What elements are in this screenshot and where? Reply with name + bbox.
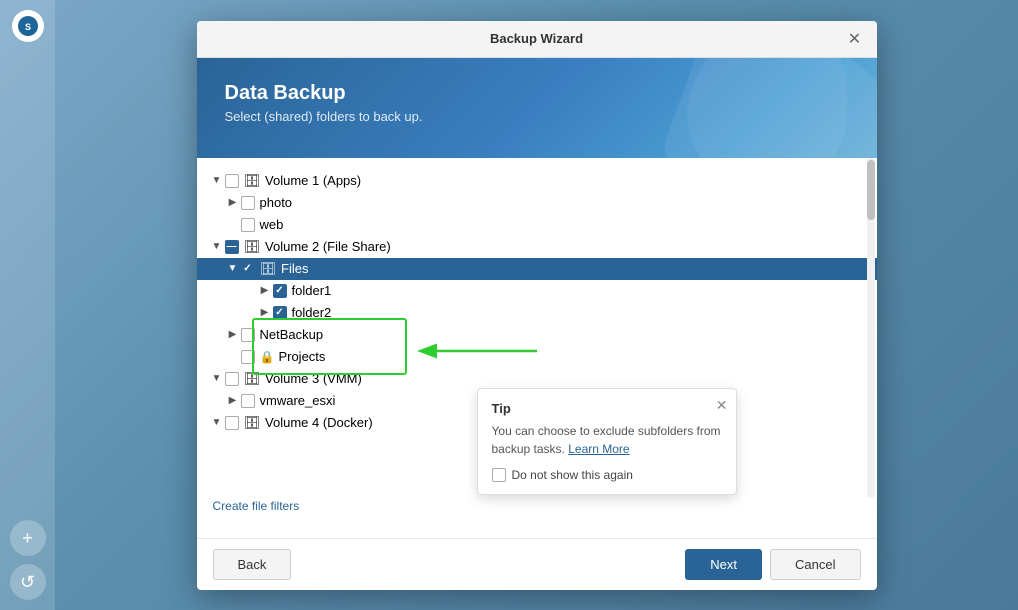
item-label: Volume 2 (File Share) bbox=[265, 239, 391, 254]
item-checkbox[interactable] bbox=[273, 284, 287, 298]
tree-item[interactable]: web bbox=[197, 214, 877, 236]
back-button[interactable]: Back bbox=[213, 549, 292, 580]
expand-icon[interactable]: ▼ bbox=[209, 415, 225, 431]
header-title: Data Backup bbox=[225, 82, 849, 105]
tip-title: Tip bbox=[492, 401, 722, 416]
header-subtitle: Select (shared) folders to back up. bbox=[225, 109, 849, 124]
item-checkbox[interactable] bbox=[241, 394, 255, 408]
add-button[interactable]: + bbox=[10, 520, 46, 556]
dialog-titlebar: Backup Wizard ✕ bbox=[197, 21, 877, 58]
expand-icon[interactable]: ▶ bbox=[257, 283, 273, 299]
tip-checkbox-row: Do not show this again bbox=[492, 468, 722, 482]
volume-icon: 🗄 bbox=[244, 371, 261, 387]
tree-item[interactable]: ▶ folder1 bbox=[197, 280, 877, 302]
close-button[interactable]: ✕ bbox=[845, 29, 865, 49]
item-checkbox[interactable] bbox=[241, 262, 255, 276]
item-label: folder1 bbox=[292, 283, 332, 298]
tip-text: You can choose to exclude subfolders fro… bbox=[492, 422, 722, 458]
item-checkbox[interactable] bbox=[225, 372, 239, 386]
expand-icon[interactable]: ▼ bbox=[209, 173, 225, 189]
tree-item[interactable]: ▶ NetBackup bbox=[197, 324, 877, 346]
footer-area: Create file filters bbox=[197, 498, 877, 521]
item-checkbox[interactable] bbox=[225, 240, 239, 254]
svg-text:S: S bbox=[24, 22, 30, 32]
item-label: Volume 1 (Apps) bbox=[265, 173, 361, 188]
app-logo: S bbox=[12, 10, 44, 42]
dialog-overlay: Backup Wizard ✕ Data Backup Select (shar… bbox=[55, 0, 1018, 610]
item-label: Files bbox=[281, 261, 308, 276]
item-label: photo bbox=[260, 195, 293, 210]
learn-more-link[interactable]: Learn More bbox=[568, 442, 629, 456]
tip-close-button[interactable]: ✕ bbox=[716, 397, 728, 414]
next-button[interactable]: Next bbox=[685, 549, 762, 580]
item-checkbox[interactable] bbox=[225, 174, 239, 188]
item-label: Volume 4 (Docker) bbox=[265, 415, 373, 430]
taskbar-bottom: + ↺ bbox=[0, 520, 55, 610]
history-button[interactable]: ↺ bbox=[10, 564, 46, 600]
item-label: NetBackup bbox=[260, 327, 324, 342]
tree-item[interactable]: ▶ folder2 bbox=[197, 302, 877, 324]
scrollbar-thumb[interactable] bbox=[867, 160, 875, 220]
expand-icon[interactable]: ▶ bbox=[225, 327, 241, 343]
expand-icon[interactable]: ▼ bbox=[209, 371, 225, 387]
tree-item[interactable]: ▼ 🗄 Volume 3 (VMM) bbox=[197, 368, 877, 390]
expand-icon[interactable]: ▼ bbox=[225, 261, 241, 277]
scrollbar-track[interactable] bbox=[867, 158, 875, 498]
item-label: vmware_esxi bbox=[260, 393, 336, 408]
item-checkbox[interactable] bbox=[241, 350, 255, 364]
item-checkbox[interactable] bbox=[241, 328, 255, 342]
expand-icon[interactable]: ▼ bbox=[209, 239, 225, 255]
volume-icon: 🗄 bbox=[244, 173, 261, 189]
do-not-show-label: Do not show this again bbox=[512, 468, 633, 482]
tree-item[interactable]: ▶ photo bbox=[197, 192, 877, 214]
volume-icon: 🗄 bbox=[244, 239, 261, 255]
tree-item[interactable]: 🔒 Projects bbox=[197, 346, 877, 368]
expand-icon[interactable] bbox=[225, 217, 241, 233]
dialog-header: Data Backup Select (shared) folders to b… bbox=[197, 58, 877, 158]
tree-item[interactable]: ▼ 🗄 Volume 2 (File Share) bbox=[197, 236, 877, 258]
expand-icon[interactable]: ▶ bbox=[225, 393, 241, 409]
item-checkbox[interactable] bbox=[241, 196, 255, 210]
item-checkbox[interactable] bbox=[273, 306, 287, 320]
right-buttons: Next Cancel bbox=[685, 549, 860, 580]
create-filters-link[interactable]: Create file filters bbox=[213, 499, 300, 513]
lock-icon: 🔒 bbox=[260, 350, 275, 364]
expand-icon[interactable] bbox=[225, 349, 241, 365]
dialog-title: Backup Wizard bbox=[229, 31, 845, 46]
item-label: folder2 bbox=[292, 305, 332, 320]
item-checkbox[interactable] bbox=[241, 218, 255, 232]
item-label: Projects bbox=[278, 349, 325, 364]
cancel-button[interactable]: Cancel bbox=[770, 549, 860, 580]
dialog-footer: Back Next Cancel bbox=[197, 538, 877, 590]
volume-icon: 🗄 bbox=[244, 415, 261, 431]
folder-icon: 🗄 bbox=[260, 261, 277, 277]
tip-popup: ✕ Tip You can choose to exclude subfolde… bbox=[477, 388, 737, 495]
taskbar: S bbox=[0, 0, 55, 610]
tree-item[interactable]: ▼ 🗄 Volume 1 (Apps) bbox=[197, 170, 877, 192]
backup-wizard-dialog: Backup Wizard ✕ Data Backup Select (shar… bbox=[197, 21, 877, 590]
expand-icon[interactable]: ▶ bbox=[225, 195, 241, 211]
item-label: Volume 3 (VMM) bbox=[265, 371, 362, 386]
expand-icon[interactable]: ▶ bbox=[257, 305, 273, 321]
tree-item-selected[interactable]: ▼ 🗄 Files bbox=[197, 258, 877, 280]
do-not-show-checkbox[interactable] bbox=[492, 468, 506, 482]
item-label: web bbox=[260, 217, 284, 232]
item-checkbox[interactable] bbox=[225, 416, 239, 430]
